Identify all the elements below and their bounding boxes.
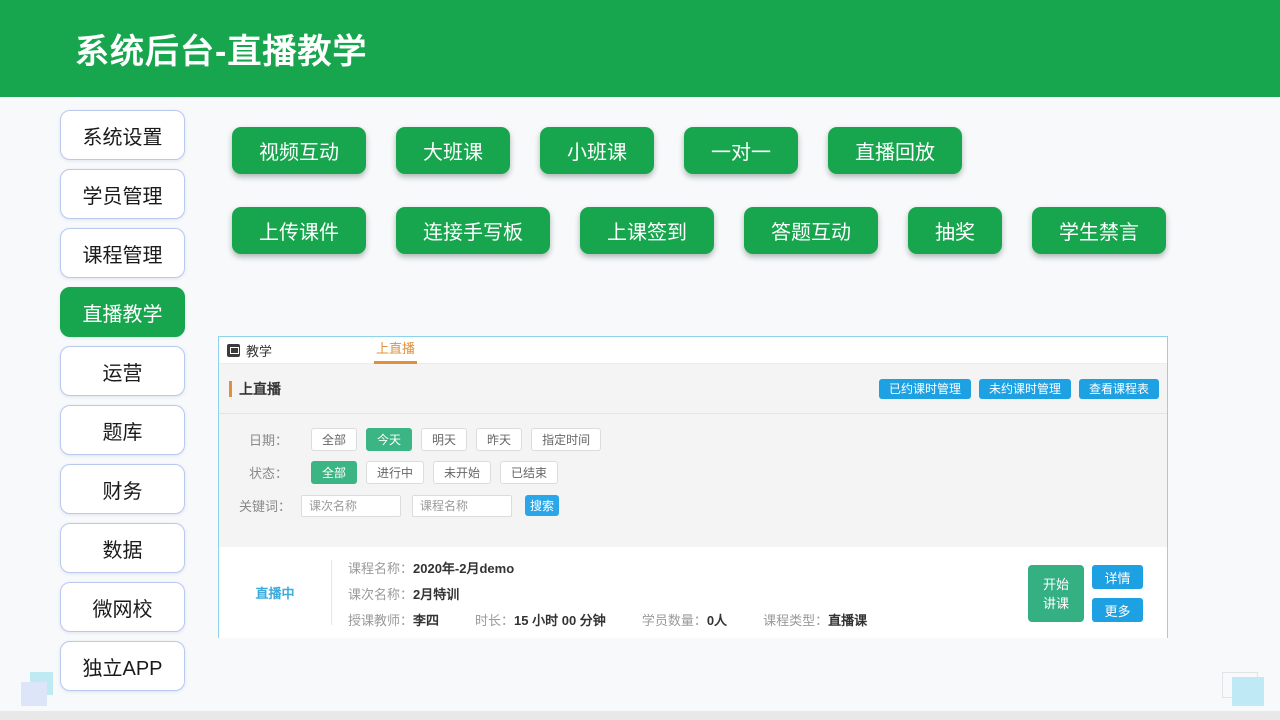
section-head: 上直播 已约课时管理 未约课时管理 查看课程表 — [219, 364, 1167, 414]
sidebar-nav: 系统设置 学员管理 课程管理 直播教学 运营 题库 财务 数据 微网校 独立AP… — [60, 110, 185, 691]
sidebar-item-system-settings[interactable]: 系统设置 — [60, 110, 185, 160]
date-option-tomorrow[interactable]: 明天 — [421, 428, 467, 451]
feature-class-checkin[interactable]: 上课签到 — [580, 207, 714, 254]
feature-row-1: 视频互动 大班课 小班课 一对一 直播回放 — [232, 127, 962, 174]
sidebar-item-student-mgmt[interactable]: 学员管理 — [60, 169, 185, 219]
date-option-yesterday[interactable]: 昨天 — [476, 428, 522, 451]
live-status-badge: 直播中 — [219, 547, 331, 638]
page-title: 系统后台-直播教学 — [75, 24, 367, 73]
sidebar-item-data[interactable]: 数据 — [60, 523, 185, 573]
page-header: 系统后台-直播教学 — [0, 0, 1280, 97]
sidebar-item-operations[interactable]: 运营 — [60, 346, 185, 396]
filter-area: 日期： 全部 今天 明天 昨天 指定时间 状态： 全部 进行中 未开始 已结束 … — [219, 414, 1167, 517]
course-type-label: 课程类型： — [763, 610, 828, 629]
sidebar-item-live-teaching[interactable]: 直播教学 — [60, 287, 185, 337]
panel-header-actions: 已约课时管理 未约课时管理 查看课程表 — [879, 379, 1159, 399]
booked-lessons-button[interactable]: 已约课时管理 — [879, 379, 971, 399]
start-teaching-button[interactable]: 开始讲课 — [1028, 565, 1084, 622]
course-row: 直播中 课程名称： 2020年-2月demo 课次名称： 2月特训 授课教师： … — [219, 547, 1167, 638]
session-name-label: 课次名称： — [348, 584, 413, 603]
sidebar-item-question-bank[interactable]: 题库 — [60, 405, 185, 455]
feature-upload-courseware[interactable]: 上传课件 — [232, 207, 366, 254]
unbooked-lessons-button[interactable]: 未约课时管理 — [979, 379, 1071, 399]
feature-row-2: 上传课件 连接手写板 上课签到 答题互动 抽奖 学生禁言 — [232, 207, 1166, 254]
duration-label: 时长： — [475, 610, 514, 629]
detail-button[interactable]: 详情 — [1092, 565, 1143, 589]
students-value: 0人 — [707, 610, 727, 629]
app-label: 教学 — [246, 341, 272, 360]
course-name-value: 2020年-2月demo — [413, 558, 514, 577]
students-label: 学员数量： — [642, 610, 707, 629]
session-name-value: 2月特训 — [413, 584, 459, 603]
detail-more-stack: 详情 更多 — [1092, 565, 1143, 622]
feature-quiz-interaction[interactable]: 答题互动 — [744, 207, 878, 254]
feature-live-replay[interactable]: 直播回放 — [828, 127, 962, 174]
decor-square-cyan-right — [1232, 677, 1264, 706]
sidebar-item-standalone-app[interactable]: 独立APP — [60, 641, 185, 691]
status-option-not-started[interactable]: 未开始 — [433, 461, 491, 484]
section-title: 上直播 — [239, 379, 879, 399]
status-filter-row: 状态： 全部 进行中 未开始 已结束 — [249, 461, 1167, 484]
panel-tabbar: 教学 上直播 — [219, 337, 1167, 364]
session-name-input[interactable] — [301, 495, 401, 517]
keyword-filter-label: 关键词： — [239, 496, 301, 515]
date-option-all[interactable]: 全部 — [311, 428, 357, 451]
feature-large-class[interactable]: 大班课 — [396, 127, 510, 174]
keyword-filter-row: 关键词： 搜索 — [249, 494, 1167, 517]
status-option-finished[interactable]: 已结束 — [500, 461, 558, 484]
sidebar-item-course-mgmt[interactable]: 课程管理 — [60, 228, 185, 278]
feature-one-on-one[interactable]: 一对一 — [684, 127, 798, 174]
teacher-label: 授课教师： — [348, 610, 413, 629]
sidebar-item-micro-school[interactable]: 微网校 — [60, 582, 185, 632]
course-fields: 课程名称： 2020年-2月demo 课次名称： 2月特训 授课教师： 李四 时… — [332, 547, 903, 638]
tab-go-live[interactable]: 上直播 — [374, 337, 417, 364]
status-option-all[interactable]: 全部 — [311, 461, 357, 484]
teaching-app-icon — [227, 344, 240, 357]
date-filter-row: 日期： 全部 今天 明天 昨天 指定时间 — [249, 428, 1167, 451]
more-button[interactable]: 更多 — [1092, 598, 1143, 622]
course-row-actions: 开始讲课 详情 更多 — [1028, 565, 1143, 622]
sidebar-item-finance[interactable]: 财务 — [60, 464, 185, 514]
admin-panel: 教学 上直播 上直播 已约课时管理 未约课时管理 查看课程表 日期： 全部 今天… — [218, 336, 1168, 638]
view-schedule-button[interactable]: 查看课程表 — [1079, 379, 1159, 399]
teacher-value: 李四 — [413, 610, 439, 629]
course-name-input[interactable] — [412, 495, 512, 517]
date-filter-label: 日期： — [249, 430, 311, 449]
bottom-strip — [0, 711, 1280, 720]
section-accent-bar — [229, 381, 232, 397]
course-meta-line: 授课教师： 李四 时长： 15 小时 00 分钟 学员数量： 0人 课程类型： … — [348, 610, 903, 629]
course-type-value: 直播课 — [828, 610, 867, 629]
feature-lottery[interactable]: 抽奖 — [908, 207, 1002, 254]
panel-body: 上直播 已约课时管理 未约课时管理 查看课程表 日期： 全部 今天 明天 昨天 … — [219, 364, 1167, 547]
feature-video-interaction[interactable]: 视频互动 — [232, 127, 366, 174]
search-button[interactable]: 搜索 — [525, 495, 559, 516]
feature-mute-students[interactable]: 学生禁言 — [1032, 207, 1166, 254]
start-teaching-line1: 开始 — [1043, 577, 1069, 592]
feature-small-class[interactable]: 小班课 — [540, 127, 654, 174]
date-option-custom[interactable]: 指定时间 — [531, 428, 601, 451]
start-teaching-line2: 讲课 — [1043, 596, 1069, 611]
course-name-label: 课程名称： — [348, 558, 413, 577]
status-option-ongoing[interactable]: 进行中 — [366, 461, 424, 484]
feature-writing-tablet[interactable]: 连接手写板 — [396, 207, 550, 254]
date-option-today[interactable]: 今天 — [366, 428, 412, 451]
status-filter-label: 状态： — [249, 463, 311, 482]
session-name-line: 课次名称： 2月特训 — [348, 584, 903, 603]
duration-value: 15 小时 00 分钟 — [514, 610, 606, 629]
course-name-line: 课程名称： 2020年-2月demo — [348, 558, 903, 577]
decor-square-lavender-left — [21, 682, 47, 706]
